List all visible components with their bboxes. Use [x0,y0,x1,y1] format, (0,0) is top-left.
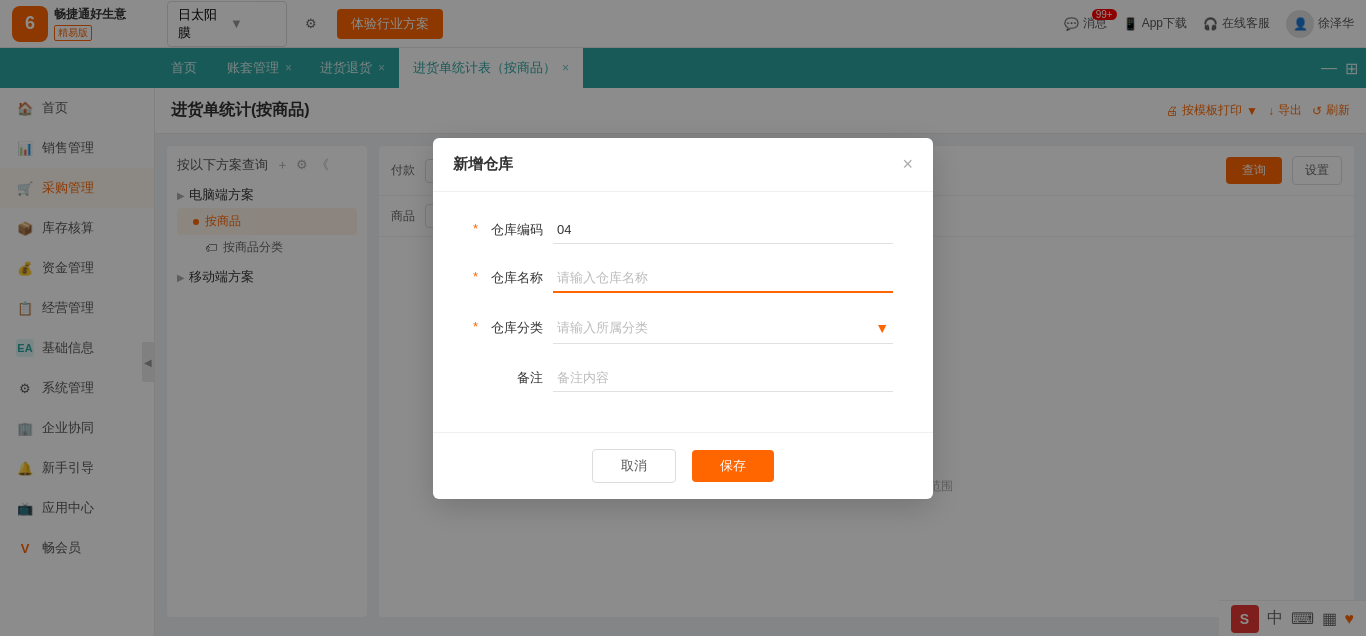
warehouse-name-input[interactable] [553,264,893,293]
warehouse-note-input[interactable] [553,364,893,392]
form-row-note: 备注 [473,364,893,392]
cancel-button[interactable]: 取消 [592,449,676,483]
modal-close-button[interactable]: × [902,154,913,175]
warehouse-code-input[interactable] [553,216,893,244]
category-select[interactable]: 请输入所属分类 ▼ [553,313,893,344]
modal-header: 新增仓库 × [433,138,933,192]
save-button[interactable]: 保存 [692,450,774,482]
name-label: 仓库名称 [473,269,553,287]
new-warehouse-modal: 新增仓库 × 仓库编码 仓库名称 仓库分类 请输入所属分类 ▼ [433,138,933,499]
category-dropdown-arrow: ▼ [875,320,889,336]
modal-overlay[interactable]: 新增仓库 × 仓库编码 仓库名称 仓库分类 请输入所属分类 ▼ [0,0,1366,636]
form-row-code: 仓库编码 [473,216,893,244]
modal-body: 仓库编码 仓库名称 仓库分类 请输入所属分类 ▼ 备注 [433,192,933,432]
modal-footer: 取消 保存 [433,432,933,499]
category-label: 仓库分类 [473,319,553,337]
form-row-category: 仓库分类 请输入所属分类 ▼ [473,313,893,344]
form-row-name: 仓库名称 [473,264,893,293]
modal-title: 新增仓库 [453,155,513,174]
note-label: 备注 [473,369,553,387]
code-label: 仓库编码 [473,221,553,239]
